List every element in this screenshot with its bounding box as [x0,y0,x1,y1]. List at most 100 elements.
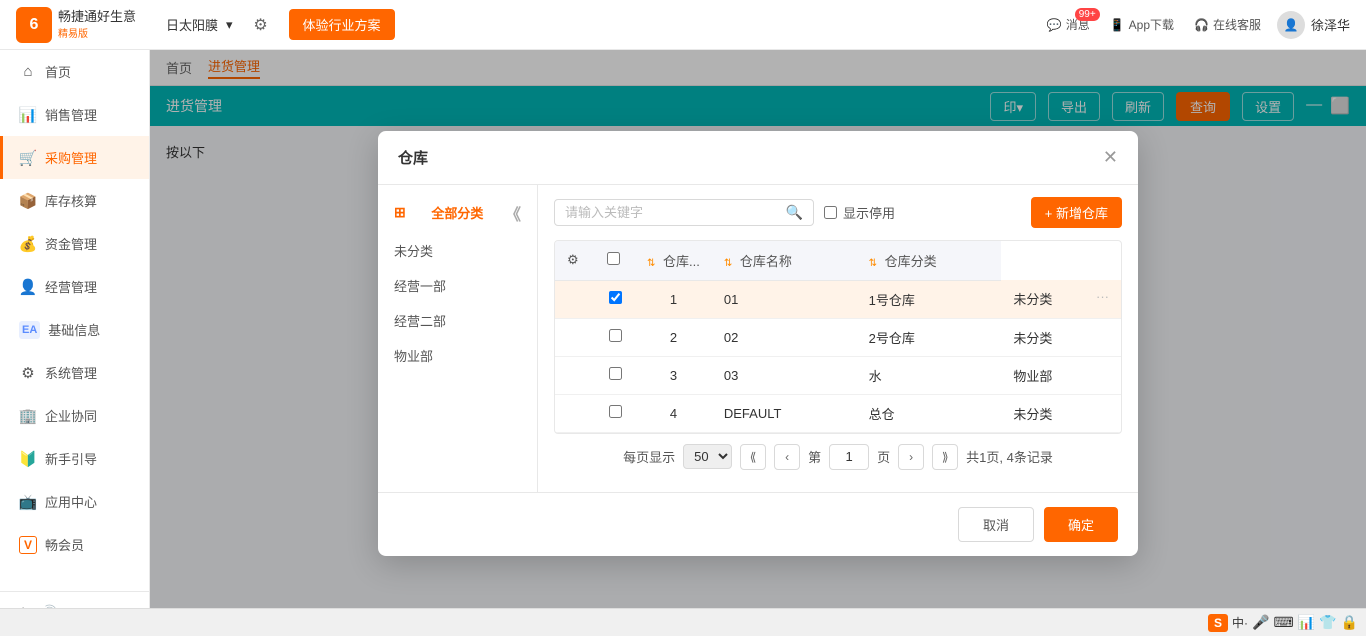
content-area: 首页 进货管理 进货管理 印▾ 导出 刷新 查询 设置 — ⬜ 按以下 [150,50,1366,636]
messages-icon-item[interactable]: 💬 消息 99+ [1047,16,1090,33]
bottom-lang[interactable]: 中· [1232,614,1248,631]
app-center-icon: 📺 [19,493,37,511]
modal-toolbar: 🔍 显示停用 + 新增仓库 [554,197,1122,228]
row-checkbox-0[interactable] [609,291,622,304]
trial-button[interactable]: 体验行业方案 [289,9,395,40]
sidebar-label-enterprise: 企业协同 [45,406,97,425]
row-name-3: 总仓 [857,394,1002,432]
sidebar-item-system[interactable]: ⚙ 系统管理 [0,351,149,394]
modal-close-button[interactable]: ✕ [1103,148,1118,166]
row-id-3: 4 [635,394,712,432]
keyboard-icon[interactable]: ⌨ [1273,614,1293,631]
add-warehouse-button[interactable]: + 新增仓库 [1031,197,1122,228]
sidebar-item-inventory[interactable]: 📦 库存核算 [0,179,149,222]
shirt-icon[interactable]: 👕 [1319,614,1336,631]
sidebar: ⌂ 首页 📊 销售管理 🛒 采购管理 📦 库存核算 💰 资金管理 👤 经营管理 … [0,50,150,636]
gear-button[interactable]: ⚙ [245,9,277,41]
sidebar-item-sales[interactable]: 📊 销售管理 [0,93,149,136]
store-selector[interactable]: 日太阳膜 ▾ [166,15,233,34]
sidebar-label-member: 畅会员 [45,535,84,554]
lock-icon[interactable]: 🔒 [1341,614,1358,631]
show-disabled-checkbox[interactable] [824,206,837,219]
th-code-label: 仓库... [663,254,700,269]
select-all-checkbox[interactable] [607,252,620,265]
logo-letter: 6 [30,16,39,34]
user-area[interactable]: 👤 徐泽华 [1277,11,1350,39]
bottom-brand-icon: S [1208,614,1228,632]
th-category-label: 仓库分类 [885,254,937,269]
modal-body: ⊞ 全部分类 《 未分类 经营一部 经营二部 物业部 [378,185,1138,492]
app-download-label: App下载 [1129,16,1174,33]
chart-icon[interactable]: 📊 [1298,614,1315,631]
row-checkbox-3[interactable] [609,405,622,418]
phone-icon: 📱 [1110,18,1125,32]
sort-code-icon: ⇅ [647,258,655,269]
sidebar-label-app-center: 应用中心 [45,492,97,511]
avatar: 👤 [1277,11,1305,39]
main-layout: ⌂ 首页 📊 销售管理 🛒 采购管理 📦 库存核算 💰 资金管理 👤 经营管理 … [0,50,1366,636]
th-name-label: 仓库名称 [740,254,792,269]
row-category-0: 未分类··· [1001,280,1121,318]
sidebar-label-guide: 新手引导 [45,449,97,468]
table-body: 1 01 1号仓库 未分类··· 2 02 2号仓库 未分类 3 03 水 物业… [555,280,1121,432]
category-all-label: 全部分类 [431,203,483,222]
row-check-2[interactable] [595,356,635,394]
sidebar-item-app-center[interactable]: 📺 应用中心 [0,480,149,523]
category-sidebar: ⊞ 全部分类 《 未分类 经营一部 经营二部 物业部 [378,185,538,492]
collapse-button[interactable]: 《 [505,201,521,225]
row-check-3[interactable] [595,394,635,432]
row-checkbox-2[interactable] [609,367,622,380]
category-item-unclassified[interactable]: 未分类 [378,233,537,268]
per-page-select[interactable]: 50 [683,444,732,469]
table-row[interactable]: 4 DEFAULT 总仓 未分类 [555,394,1121,432]
operations-icon: 👤 [19,278,37,296]
row-checkbox-1[interactable] [609,329,622,342]
page-prefix: 第 [808,447,821,466]
show-disabled-toggle[interactable]: 显示停用 [824,203,895,222]
row-id-2: 3 [635,356,712,394]
prev-page-button[interactable]: ‹ [774,444,800,470]
th-name[interactable]: ⇅ 仓库名称 [712,241,857,281]
row-check-1[interactable] [595,318,635,356]
sidebar-label-home: 首页 [45,62,71,81]
category-item-dept2[interactable]: 经营二部 [378,303,537,338]
table-row[interactable]: 3 03 水 物业部 [555,356,1121,394]
online-service-label: 在线客服 [1213,16,1261,33]
search-input[interactable] [565,205,786,220]
confirm-button[interactable]: 确定 [1044,507,1118,542]
sidebar-item-home[interactable]: ⌂ 首页 [0,50,149,93]
sidebar-item-purchase[interactable]: 🛒 采购管理 [0,136,149,179]
first-page-button[interactable]: ⟪ [740,444,766,470]
th-category[interactable]: ⇅ 仓库分类 [857,241,1002,281]
pagination: 每页显示 50 ⟪ ‹ 第 页 › ⟫ 共1页, 4条记录 [554,434,1122,480]
header-icons: 💬 消息 99+ 📱 App下载 🎧 在线客服 [1047,16,1261,33]
last-page-button[interactable]: ⟫ [932,444,958,470]
search-box[interactable]: 🔍 [554,199,814,226]
row-check-0[interactable] [595,280,635,318]
row-dots-0[interactable]: ··· [1096,289,1109,304]
gear-icon[interactable]: ⚙ [245,9,277,41]
modal-header: 仓库 ✕ [378,131,1138,185]
app-download-item[interactable]: 📱 App下载 [1110,16,1174,33]
sidebar-item-member[interactable]: V 畅会员 [0,523,149,566]
sidebar-item-operations[interactable]: 👤 经营管理 [0,265,149,308]
category-item-dept1[interactable]: 经营一部 [378,268,537,303]
current-page-input[interactable] [829,444,869,470]
per-page-label: 每页显示 [623,447,675,466]
category-item-property[interactable]: 物业部 [378,338,537,373]
sidebar-item-guide[interactable]: 🔰 新手引导 [0,437,149,480]
sidebar-item-enterprise[interactable]: 🏢 企业协同 [0,394,149,437]
th-code[interactable]: ⇅ 仓库... [635,241,712,281]
table-row[interactable]: 2 02 2号仓库 未分类 [555,318,1121,356]
row-name-1: 2号仓库 [857,318,1002,356]
warehouse-table: ⚙ ⇅ 仓库... [555,241,1121,433]
next-page-button[interactable]: › [898,444,924,470]
modal-main: 🔍 显示停用 + 新增仓库 [538,185,1138,492]
online-service-item[interactable]: 🎧 在线客服 [1194,16,1261,33]
cancel-button[interactable]: 取消 [958,507,1034,542]
enterprise-icon: 🏢 [19,407,37,425]
sidebar-item-finance[interactable]: 💰 资金管理 [0,222,149,265]
microphone-icon[interactable]: 🎤 [1252,614,1269,631]
table-row[interactable]: 1 01 1号仓库 未分类··· [555,280,1121,318]
sidebar-item-basic-info[interactable]: EA 基础信息 [0,308,149,351]
